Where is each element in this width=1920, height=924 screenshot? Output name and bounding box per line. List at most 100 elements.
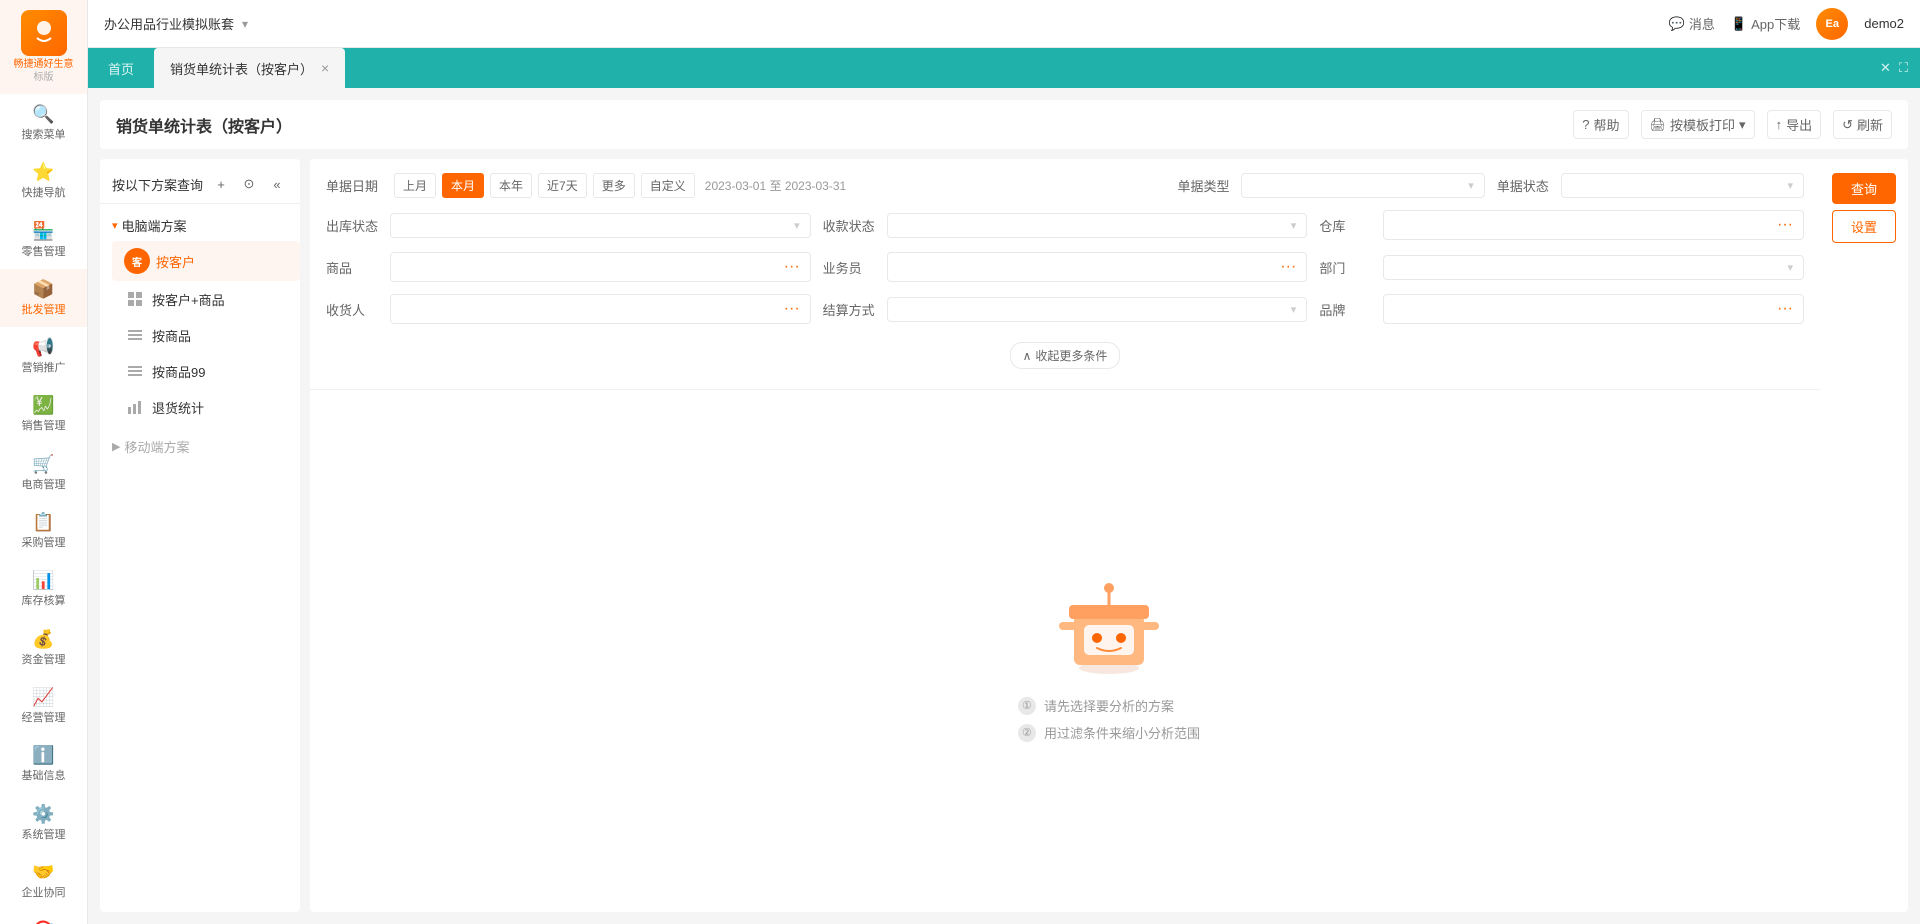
app-download-button[interactable]: 📱 App下载 xyxy=(1731,14,1800,33)
finance-icon: 💰 xyxy=(32,629,54,650)
sidebar-item-newbie[interactable]: 🎯 新手引导 xyxy=(0,910,87,924)
out-status-select[interactable]: ▾ xyxy=(390,213,811,238)
sidebar-item-enterprise[interactable]: 🤝 企业协同 xyxy=(0,852,87,910)
sidebar-item-purchase[interactable]: 📋 采购管理 xyxy=(0,502,87,560)
tip-text-2: 用过滤条件来缩小分析范围 xyxy=(1044,723,1200,742)
filter-row-3: 商品 ··· 业务员 xyxy=(326,252,1804,282)
custom-btn[interactable]: 自定义 xyxy=(641,173,695,198)
tab-home[interactable]: 首页 xyxy=(88,48,154,88)
tip-num-1: ① xyxy=(1018,697,1036,715)
sidebar-item-search[interactable]: 🔍 搜索菜单 xyxy=(0,94,87,152)
newbie-icon: 🎯 xyxy=(32,920,54,924)
tab-close-icon[interactable]: × xyxy=(321,60,329,76)
page-title: 销货单统计表（按客户） xyxy=(116,113,292,137)
last7-btn[interactable]: 近7天 xyxy=(538,173,587,198)
scheme-item-by-customer-goods[interactable]: 按客户+商品 xyxy=(112,281,300,317)
header-breadcrumb: 办公用品行业模拟账套 xyxy=(104,14,234,33)
sidebar-item-label: 零售管理 xyxy=(22,245,66,259)
scheme-add-icon[interactable]: + xyxy=(210,173,232,195)
goods-select[interactable]: ··· xyxy=(390,252,811,282)
inventory-icon: 📊 xyxy=(32,570,54,591)
retail-icon: 🏪 xyxy=(32,221,54,242)
sidebar-item-label: 搜索菜单 xyxy=(22,128,66,142)
content-wrapper: 销货单统计表（按客户） ? 帮助 🖨 按模板打印 ▾ ↑ 导出 xyxy=(88,88,1920,924)
salesperson-col: 业务员 ··· xyxy=(823,252,1308,282)
query-buttons: 查询 设置 xyxy=(1820,159,1908,257)
filter-row-date: 单据日期 上月 本月 本年 近7天 更多 自定义 2023-03-01 至 20… xyxy=(326,173,1804,198)
sidebar-item-wholesale[interactable]: 📦 批发管理 xyxy=(0,269,87,327)
warehouse-label: 仓库 xyxy=(1319,216,1375,235)
sidebar-item-label: 快捷导航 xyxy=(22,186,66,200)
sidebar-item-label: 采购管理 xyxy=(22,536,66,550)
sidebar-item-label: 营销推广 xyxy=(22,361,66,375)
export-button[interactable]: ↑ 导出 xyxy=(1767,110,1822,139)
tab-active[interactable]: 销货单统计表（按客户） × xyxy=(154,48,345,88)
sidebar-item-quick-nav[interactable]: ⭐ 快捷导航 xyxy=(0,152,87,210)
sidebar-item-sales[interactable]: 💹 销售管理 xyxy=(0,385,87,443)
salesperson-select[interactable]: ··· xyxy=(887,252,1308,282)
sidebar-item-marketing[interactable]: 📢 营销推广 xyxy=(0,327,87,385)
warehouse-col: 仓库 ··· xyxy=(1319,210,1804,240)
operations-icon: 📈 xyxy=(32,687,54,708)
settlement-label: 结算方式 xyxy=(823,300,879,319)
brand-select[interactable]: ··· xyxy=(1383,294,1804,324)
sidebar-item-retail[interactable]: 🏪 零售管理 xyxy=(0,211,87,269)
user-name[interactable]: demo2 xyxy=(1864,16,1904,31)
maximize-icon[interactable]: ⛶ xyxy=(1899,60,1908,76)
date-label: 单据日期 xyxy=(326,176,382,195)
order-type-select[interactable]: ▾ xyxy=(1241,173,1484,198)
settings-button[interactable]: 设置 xyxy=(1832,210,1896,243)
order-status-select[interactable]: ▾ xyxy=(1561,173,1804,198)
warehouse-select[interactable]: ··· xyxy=(1383,210,1804,240)
scheme-item-by-goods[interactable]: 按商品 xyxy=(112,317,300,353)
wholesale-icon: 📦 xyxy=(32,279,54,300)
department-select[interactable]: ▾ xyxy=(1383,255,1804,280)
user-avatar[interactable]: Ea xyxy=(1816,8,1848,40)
this-year-btn[interactable]: 本年 xyxy=(490,173,532,198)
order-type-col: 单据类型 ▾ xyxy=(1177,173,1484,198)
print-button[interactable]: 🖨 按模板打印 ▾ xyxy=(1641,110,1755,139)
scheme-collapse-icon[interactable]: « xyxy=(266,173,288,195)
dropdown-arrow-icon: ▾ xyxy=(1787,261,1793,274)
sidebar: 畅捷通好生意 标版 🔍 搜索菜单 ⭐ 快捷导航 🏪 零售管理 📦 批发管理 📢 … xyxy=(0,0,88,924)
scheme-group-mobile-header[interactable]: ▶ 移动端方案 xyxy=(100,431,300,462)
refresh-button[interactable]: ↺ 刷新 xyxy=(1833,110,1892,139)
this-month-btn[interactable]: 本月 xyxy=(442,173,484,198)
purchase-icon: 📋 xyxy=(32,512,54,533)
scheme-item-by-goods99[interactable]: 按商品99 xyxy=(112,353,300,389)
filter-row-4: 收货人 ··· 结算方式 xyxy=(326,294,1804,324)
scheme-panel-header: 按以下方案查询 + ⊙ « xyxy=(100,169,300,204)
payment-status-select[interactable]: ▾ xyxy=(887,213,1308,238)
sidebar-item-finance[interactable]: 💰 资金管理 xyxy=(0,619,87,677)
sidebar-item-label: 库存核算 xyxy=(22,594,66,608)
message-button[interactable]: 💬 消息 xyxy=(1669,14,1715,33)
main-area: 办公用品行业模拟账套 ▾ 💬 消息 📱 App下载 Ea demo2 首页 销货… xyxy=(88,0,1920,924)
settlement-select[interactable]: ▾ xyxy=(887,297,1308,322)
scheme-group-pc-header[interactable]: ▾ 电脑端方案 xyxy=(100,210,300,241)
top-header: 办公用品行业模拟账套 ▾ 💬 消息 📱 App下载 Ea demo2 xyxy=(88,0,1920,48)
dropdown-arrow-icon: ▾ xyxy=(1291,219,1297,232)
query-button[interactable]: 查询 xyxy=(1832,173,1896,204)
sidebar-item-system[interactable]: ⚙️ 系统管理 xyxy=(0,794,87,852)
out-status-label: 出库状态 xyxy=(326,216,382,235)
help-button[interactable]: ? 帮助 xyxy=(1573,110,1628,139)
payment-status-label: 收款状态 xyxy=(823,216,879,235)
last-month-btn[interactable]: 上月 xyxy=(394,173,436,198)
more-date-btn[interactable]: 更多 xyxy=(593,173,635,198)
receiver-select[interactable]: ··· xyxy=(390,294,811,324)
tip-text-1: 请先选择要分析的方案 xyxy=(1044,696,1174,715)
close-window-icon[interactable]: ✕ xyxy=(1880,60,1891,76)
scheme-item-label: 按商品99 xyxy=(152,362,205,381)
message-icon: 💬 xyxy=(1669,16,1685,32)
collapse-button[interactable]: ∧ 收起更多条件 xyxy=(1010,342,1121,369)
sidebar-item-basic[interactable]: ℹ️ 基础信息 xyxy=(0,735,87,793)
dropdown-icon[interactable]: ▾ xyxy=(242,17,248,31)
sidebar-item-operations[interactable]: 📈 经营管理 xyxy=(0,677,87,735)
scheme-item-by-customer[interactable]: 客 按客户 xyxy=(112,241,300,281)
sidebar-item-inventory[interactable]: 📊 库存核算 xyxy=(0,560,87,618)
scheme-edit-icon[interactable]: ⊙ xyxy=(238,173,260,195)
sidebar-item-ecommerce[interactable]: 🛒 电商管理 xyxy=(0,444,87,502)
scheme-item-return-stats[interactable]: 退货统计 xyxy=(112,389,300,425)
goods-col: 商品 ··· xyxy=(326,252,811,282)
empty-illustration xyxy=(1049,560,1169,680)
